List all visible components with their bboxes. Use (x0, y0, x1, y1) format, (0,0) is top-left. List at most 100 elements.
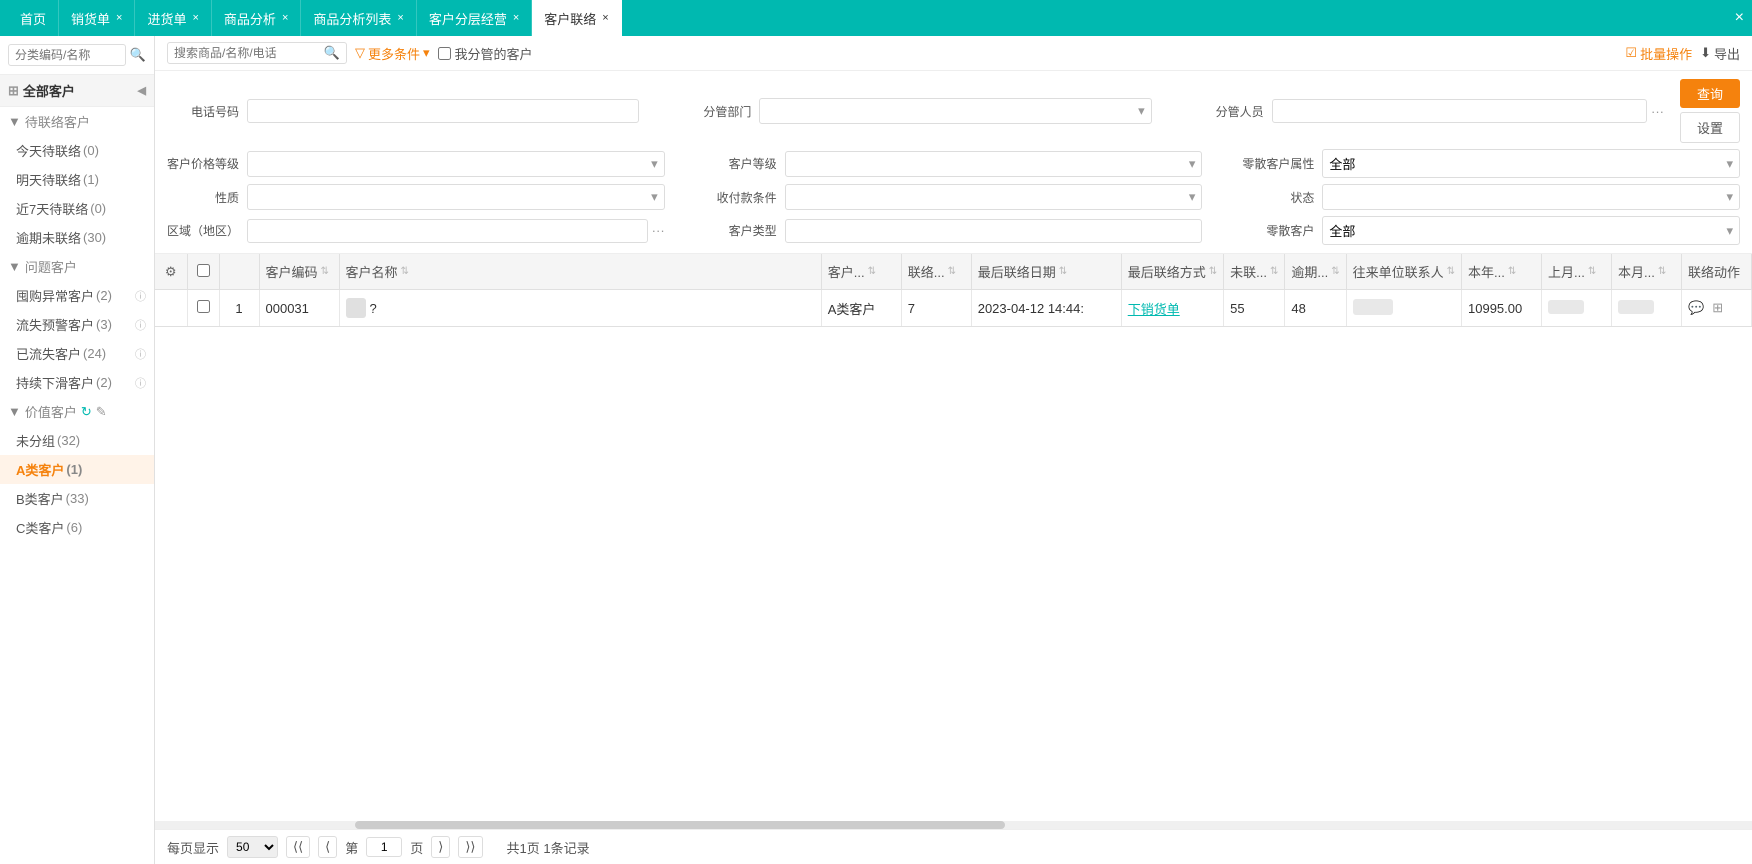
sidebar-item-overdue[interactable]: 逾期未联络 (30) (0, 223, 154, 252)
close-purchase-tab[interactable]: × (192, 12, 198, 24)
close-customer-contact-tab[interactable]: × (602, 12, 608, 24)
th-uncontact[interactable]: 未联... ⇅ (1224, 254, 1285, 290)
filter-select-customer-level[interactable]: ▾ (785, 151, 1203, 177)
sidebar-item-ungraded[interactable]: 未分组 (32) (0, 426, 154, 455)
filter-input-phone[interactable] (247, 99, 639, 123)
filter-input-customer-type[interactable] (785, 219, 1203, 243)
filter-select-payment[interactable]: ▾ (785, 184, 1203, 210)
region-dots-icon[interactable]: ··· (652, 223, 665, 238)
close-customer-tier-tab[interactable]: × (513, 12, 519, 24)
qr-icon[interactable]: ⊞ (1712, 300, 1723, 316)
select-all-checkbox[interactable] (197, 264, 210, 277)
filter-label-customer-type: 客户类型 (705, 222, 785, 239)
th-last-month[interactable]: 上月... ⇅ (1542, 254, 1612, 290)
th-gear[interactable]: ⚙ (155, 254, 187, 290)
td-last-date: 2023-04-12 14:44: (971, 290, 1121, 327)
sidebar-search-input[interactable] (8, 44, 126, 66)
sidebar-item-stockpile[interactable]: 囤购异常客户 (2) ⓘ (0, 281, 154, 310)
sidebar-item-class-a[interactable]: A类客户 (1) (0, 455, 154, 484)
group-problem-customers[interactable]: ▼ 问题客户 (0, 252, 154, 281)
filter-select-price-level[interactable]: ▾ (247, 151, 665, 177)
scrollbar-thumb[interactable] (355, 821, 1005, 829)
sidebar-item-churn-warn[interactable]: 流失预警客户 (3) ⓘ (0, 310, 154, 339)
last-page-button[interactable]: ⟩⟩ (458, 836, 482, 858)
filter-label-nature: 性质 (167, 189, 247, 206)
filter-select-status[interactable]: ▾ (1322, 184, 1740, 210)
sidebar-item-churned[interactable]: 已流失客户 (24) ⓘ (0, 339, 154, 368)
th-last-date[interactable]: 最后联络日期 ⇅ (971, 254, 1121, 290)
th-unit-contact[interactable]: 往来单位联系人 ⇅ (1346, 254, 1461, 290)
first-page-button[interactable]: ⟨⟨ (286, 836, 310, 858)
gear-icon[interactable]: ⚙ (165, 264, 177, 279)
tab-customer-tier[interactable]: 客户分层经营 × (417, 0, 532, 36)
sidebar-item-7days[interactable]: 近7天待联络 (0) (0, 194, 154, 223)
sidebar-search-icon[interactable]: 🔍 (130, 47, 146, 63)
batch-op-button[interactable]: ☑ 批量操作 (1625, 44, 1692, 63)
th-last-way[interactable]: 最后联络方式 ⇅ (1121, 254, 1223, 290)
filter-select-scatter[interactable]: 全部 ▾ (1322, 216, 1740, 245)
horizontal-scrollbar[interactable] (155, 821, 1752, 829)
tab-goods-analysis[interactable]: 商品分析 × (212, 0, 301, 36)
query-button[interactable]: 查询 (1680, 79, 1740, 108)
th-code[interactable]: 客户编码 ⇅ (259, 254, 339, 290)
page-size-label: 每页显示 (167, 838, 219, 857)
tab-goods-list[interactable]: 商品分析列表 × (301, 0, 416, 36)
filter-select-nature[interactable]: ▾ (247, 184, 665, 210)
td-class: A类客户 (821, 290, 901, 327)
sidebar-item-class-c[interactable]: C类客户 (6) (0, 513, 154, 542)
tab-home[interactable]: 首页 (8, 0, 59, 36)
th-this-month[interactable]: 本月... ⇅ (1612, 254, 1682, 290)
setting-button[interactable]: 设置 (1680, 112, 1740, 143)
th-name[interactable]: 客户名称 ⇅ (339, 254, 821, 290)
filter-row-4: 区域（地区） ··· 客户类型 零散客户 全部 ▾ (167, 216, 1740, 245)
filter-field-price-level: 客户价格等级 ▾ (167, 151, 665, 177)
comment-icon[interactable]: 💬 (1688, 300, 1704, 316)
export-button[interactable]: ⬇ 导出 (1700, 44, 1740, 63)
th-check (187, 254, 219, 290)
close-goods-analysis-tab[interactable]: × (282, 12, 288, 24)
item-count: (1) (83, 172, 99, 187)
table-row: 1 000031 ? A类客户 (155, 290, 1752, 327)
more-filters-button[interactable]: ▽ 更多条件 ▾ (355, 44, 430, 63)
batch-op-icon: ☑ (1625, 45, 1637, 61)
sidebar-item-today[interactable]: 今天待联络 (0) (0, 136, 154, 165)
group-value-customers[interactable]: ▼ 价值客户 ↻ ✎ (0, 397, 154, 426)
refresh-icon[interactable]: ↻ (81, 404, 92, 420)
td-unit-contact (1346, 290, 1461, 327)
tab-customer-contact[interactable]: 客户联络 × (532, 0, 621, 36)
sidebar-item-class-b[interactable]: B类客户 (33) (0, 484, 154, 513)
unit-avatar (1353, 299, 1393, 315)
filter-select-dept[interactable]: ▾ (759, 98, 1151, 124)
sidebar-item-declining[interactable]: 持续下滑客户 (2) ⓘ (0, 368, 154, 397)
last-way-link[interactable]: 下销货单 (1128, 302, 1180, 317)
filter-select-scatter-attr[interactable]: 全部 ▾ (1322, 149, 1740, 178)
all-customers-header[interactable]: ⊞ 全部客户 ◀ (0, 75, 154, 107)
filter-input-person[interactable] (1272, 99, 1647, 123)
close-sales-tab[interactable]: × (116, 12, 122, 24)
filter-input-region[interactable] (247, 219, 648, 243)
my-customers-checkbox[interactable] (438, 47, 451, 60)
group-pending-contact[interactable]: ▼ 待联络客户 (0, 107, 154, 136)
next-page-button[interactable]: ⟩ (431, 836, 450, 858)
tab-purchase[interactable]: 进货单 × (135, 0, 211, 36)
edit-group-icon[interactable]: ✎ (96, 404, 107, 420)
th-contact[interactable]: 联络... ⇅ (901, 254, 971, 290)
td-check (187, 290, 219, 327)
filter-search-icon[interactable]: 🔍 (324, 45, 340, 61)
close-goods-list-tab[interactable]: × (397, 12, 403, 24)
tab-sales[interactable]: 销货单 × (59, 0, 135, 36)
person-dots-icon[interactable]: ··· (1651, 104, 1664, 119)
close-all-tabs-button[interactable]: × (1735, 9, 1744, 27)
my-customers-filter[interactable]: 我分管的客户 (438, 44, 533, 63)
th-class[interactable]: 客户... ⇅ (821, 254, 901, 290)
th-year-amount[interactable]: 本年... ⇅ (1462, 254, 1542, 290)
row-checkbox[interactable] (197, 300, 210, 313)
page-input[interactable] (366, 837, 402, 857)
page-size-select[interactable]: 50 100 200 (227, 836, 278, 858)
prev-page-button[interactable]: ⟨ (318, 836, 337, 858)
sidebar-item-tomorrow[interactable]: 明天待联络 (1) (0, 165, 154, 194)
th-overdue[interactable]: 逾期... ⇅ (1285, 254, 1346, 290)
content-area: 🔍 ▽ 更多条件 ▾ 我分管的客户 ☑ 批量操作 ⬇ 导出 (155, 36, 1752, 864)
sidebar-collapse-icon[interactable]: ◀ (138, 84, 146, 97)
filter-search-input[interactable] (174, 46, 324, 60)
